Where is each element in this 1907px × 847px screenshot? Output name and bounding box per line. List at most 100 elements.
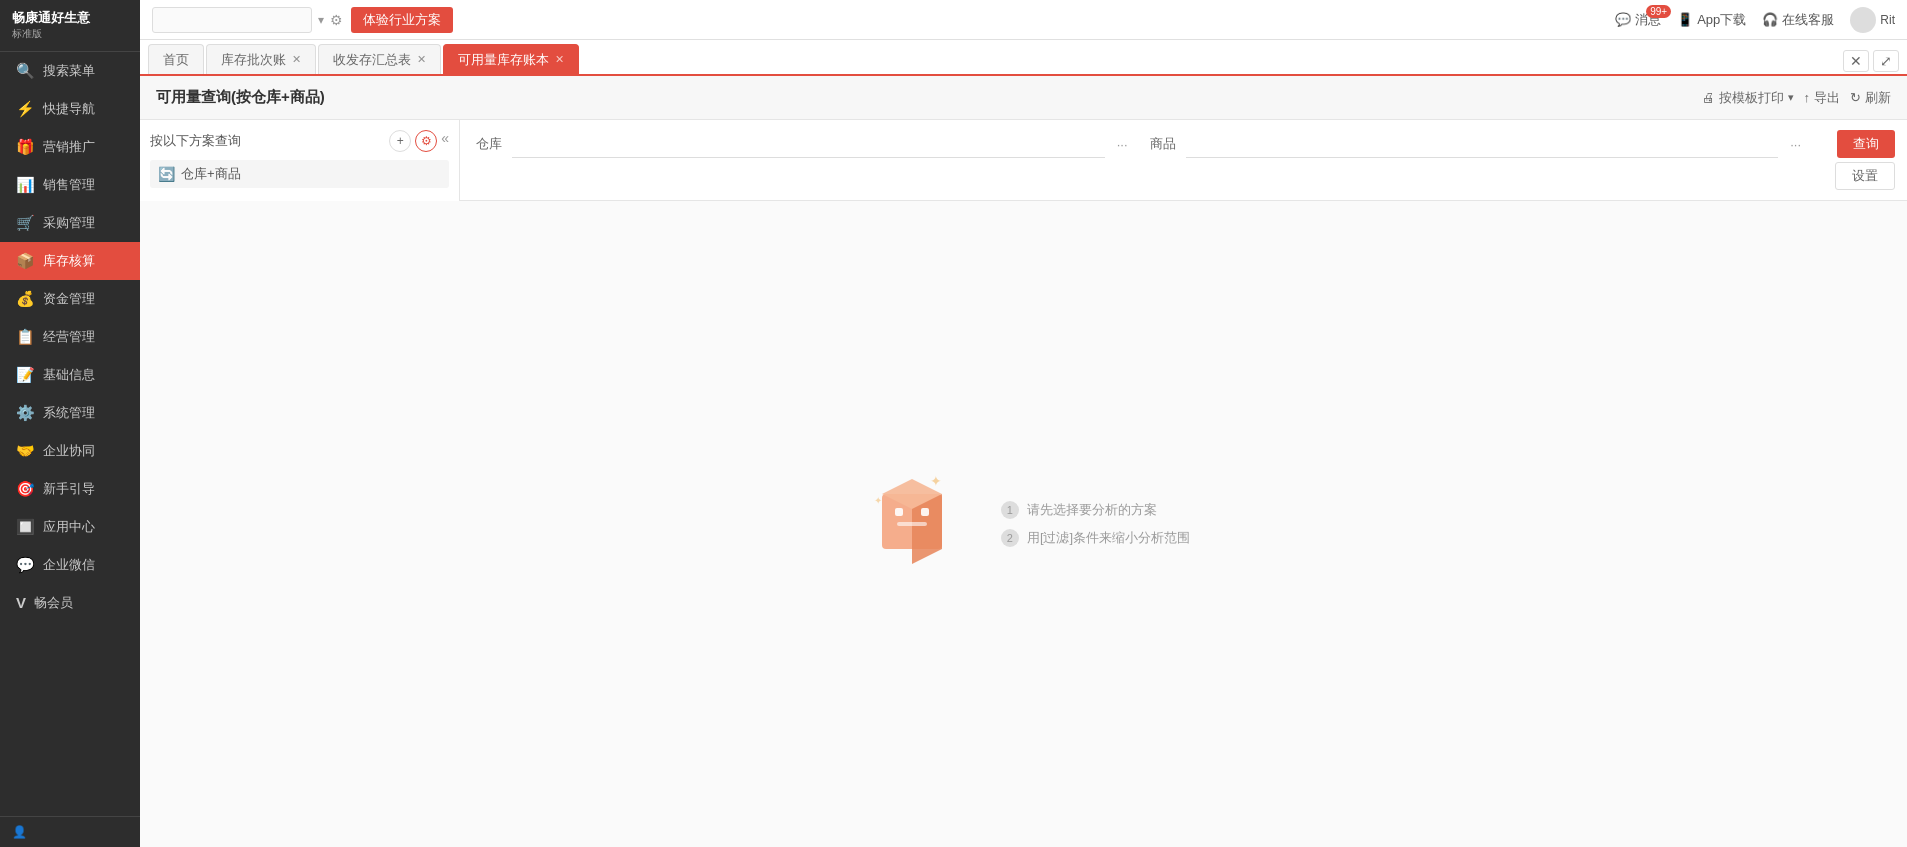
scheme-header: 按以下方案查询 + ⚙ «	[150, 130, 449, 152]
page-title: 可用量查询(按仓库+商品)	[156, 88, 325, 107]
logo-sub: 标准版	[12, 27, 128, 41]
tab-close-icon[interactable]: ✕	[292, 53, 301, 66]
collapse-icon[interactable]: «	[441, 130, 449, 152]
scheme-icon: 🔄	[158, 166, 175, 182]
sidebar-item-app[interactable]: 🔲 应用中心	[0, 508, 140, 546]
edit-scheme-button[interactable]: ⚙	[415, 130, 437, 152]
tab-close-icon[interactable]: ✕	[555, 53, 564, 66]
tabs-bar: 首页 库存批次账 ✕ 收发存汇总表 ✕ 可用量库存账本 ✕ ✕ ⤢	[140, 40, 1907, 76]
footer-icon: 👤	[12, 825, 27, 839]
tab-receipt-summary[interactable]: 收发存汇总表 ✕	[318, 44, 441, 74]
goods-input[interactable]	[1186, 130, 1779, 158]
sidebar-item-purchase[interactable]: 🛒 采购管理	[0, 204, 140, 242]
chevron-down-icon[interactable]: ▾	[318, 13, 324, 27]
sidebar-item-label: 新手引导	[43, 480, 95, 498]
tip-text-1: 请先选择要分析的方案	[1027, 501, 1157, 519]
avatar	[1850, 7, 1876, 33]
sidebar-item-label: 应用中心	[43, 518, 95, 536]
sidebar-item-shortcut[interactable]: ⚡ 快捷导航	[0, 90, 140, 128]
clipboard-icon: 📋	[16, 328, 35, 346]
svg-text:✦: ✦	[874, 495, 882, 506]
app-download-label: App下载	[1697, 11, 1746, 29]
sidebar-scroll: 🔍 搜索菜单 ⚡ 快捷导航 🎁 营销推广 📊 销售管理 🛒 采购管理 📦 库存核…	[0, 52, 140, 816]
scheme-header-label: 按以下方案查询	[150, 132, 241, 150]
tab-close-icon[interactable]: ✕	[417, 53, 426, 66]
sidebar-footer: 👤	[0, 816, 140, 847]
sidebar-item-label: 库存核算	[43, 252, 95, 270]
export-action[interactable]: ↑ 导出	[1804, 89, 1841, 107]
sidebar-item-cooperation[interactable]: 🤝 企业协同	[0, 432, 140, 470]
sidebar-item-label: 企业协同	[43, 442, 95, 460]
message-action[interactable]: 💬 消息 99+	[1615, 11, 1661, 29]
logo-title: 畅康通好生意	[12, 10, 128, 27]
sidebar-item-finance[interactable]: 💰 资金管理	[0, 280, 140, 318]
sidebar-item-label: 畅会员	[34, 594, 73, 612]
warehouse-input[interactable]	[512, 130, 1105, 158]
refresh-label: 刷新	[1865, 89, 1891, 107]
page-header: 可用量查询(按仓库+商品) 🖨 按模板打印 ▾ ↑ 导出 ↻ 刷新	[140, 76, 1907, 120]
add-scheme-button[interactable]: +	[389, 130, 411, 152]
tab-batch-account[interactable]: 库存批次账 ✕	[206, 44, 316, 74]
sidebar-item-label: 营销推广	[43, 138, 95, 156]
page-content: 可用量查询(按仓库+商品) 🖨 按模板打印 ▾ ↑ 导出 ↻ 刷新	[140, 76, 1907, 847]
vip-icon: V	[16, 594, 26, 611]
sidebar-item-marketing[interactable]: 🎁 营销推广	[0, 128, 140, 166]
sidebar-item-sales[interactable]: 📊 销售管理	[0, 166, 140, 204]
svg-rect-4	[921, 508, 929, 516]
scheme-panel: 按以下方案查询 + ⚙ « 🔄 仓库+商品	[140, 120, 460, 201]
empty-state: ✦ ✦ 1 请先选择要分析的方案 2 用[过滤]条件来缩小分析范围	[140, 201, 1907, 847]
customer-service-action[interactable]: 🎧 在线客服	[1762, 11, 1834, 29]
scheme-item-warehouse-goods[interactable]: 🔄 仓库+商品	[150, 160, 449, 188]
sidebar-item-search[interactable]: 🔍 搜索菜单	[0, 52, 140, 90]
empty-tip-2: 2 用[过滤]条件来缩小分析范围	[1001, 529, 1190, 547]
refresh-action[interactable]: ↻ 刷新	[1850, 89, 1891, 107]
empty-tip-1: 1 请先选择要分析的方案	[1001, 501, 1190, 519]
query-button[interactable]: 查询	[1837, 130, 1895, 158]
tip-number-2: 2	[1001, 529, 1019, 547]
svg-rect-5	[897, 522, 927, 526]
message-icon: 💬	[1615, 12, 1631, 27]
tab-home[interactable]: 首页	[148, 44, 204, 74]
phone-icon: 📱	[1677, 12, 1693, 27]
filter-area: 仓库 ··· 商品 ···	[460, 120, 1823, 200]
chart-icon: 📊	[16, 176, 35, 194]
sidebar-item-member[interactable]: V 畅会员	[0, 584, 140, 622]
target-icon: 🎯	[16, 480, 35, 498]
sidebar-item-label: 搜索菜单	[43, 62, 95, 80]
scheme-item-label: 仓库+商品	[181, 165, 241, 183]
sidebar-item-label: 企业微信	[43, 556, 95, 574]
settings-button[interactable]: 设置	[1835, 162, 1895, 190]
chat-icon: 💬	[16, 556, 35, 574]
handshake-icon: 🤝	[16, 442, 35, 460]
topbar-search-area: ▾ ⚙	[152, 7, 343, 33]
print-label: 按模板打印	[1719, 89, 1784, 107]
tab-available-qty[interactable]: 可用量库存账本 ✕	[443, 44, 579, 74]
print-action[interactable]: 🖨 按模板打印 ▾	[1702, 89, 1794, 107]
sidebar-logo: 畅康通好生意 标准版	[0, 0, 140, 52]
filter-row-warehouse: 仓库 ··· 商品 ···	[476, 130, 1807, 158]
warehouse-more-button[interactable]: ···	[1111, 135, 1134, 154]
empty-svg-icon: ✦ ✦	[857, 464, 967, 574]
industry-button[interactable]: 体验行业方案	[351, 7, 453, 33]
sidebar-item-operations[interactable]: 📋 经营管理	[0, 318, 140, 356]
sidebar-item-system[interactable]: ⚙️ 系统管理	[0, 394, 140, 432]
tab-expand-button[interactable]: ⤢	[1873, 50, 1899, 72]
sidebar-item-inventory[interactable]: 📦 库存核算	[0, 242, 140, 280]
user-avatar-action[interactable]: Rit	[1850, 7, 1895, 33]
goods-more-button[interactable]: ···	[1784, 135, 1807, 154]
sidebar-item-basic[interactable]: 📝 基础信息	[0, 356, 140, 394]
sidebar-item-label: 销售管理	[43, 176, 95, 194]
sidebar-item-label: 基础信息	[43, 366, 95, 384]
tip-text-2: 用[过滤]条件来缩小分析范围	[1027, 529, 1190, 547]
sidebar-item-label: 采购管理	[43, 214, 95, 232]
refresh-icon: ↻	[1850, 90, 1861, 105]
sidebar-item-guide[interactable]: 🎯 新手引导	[0, 470, 140, 508]
app-download-action[interactable]: 📱 App下载	[1677, 11, 1746, 29]
app-icon: 🔲	[16, 518, 35, 536]
sidebar-item-label: 资金管理	[43, 290, 95, 308]
topbar-search-input[interactable]	[152, 7, 312, 33]
sidebar-item-wechat[interactable]: 💬 企业微信	[0, 546, 140, 584]
settings-icon[interactable]: ⚙	[330, 12, 343, 28]
warehouse-label: 仓库	[476, 135, 506, 153]
tab-close-button[interactable]: ✕	[1843, 50, 1869, 72]
